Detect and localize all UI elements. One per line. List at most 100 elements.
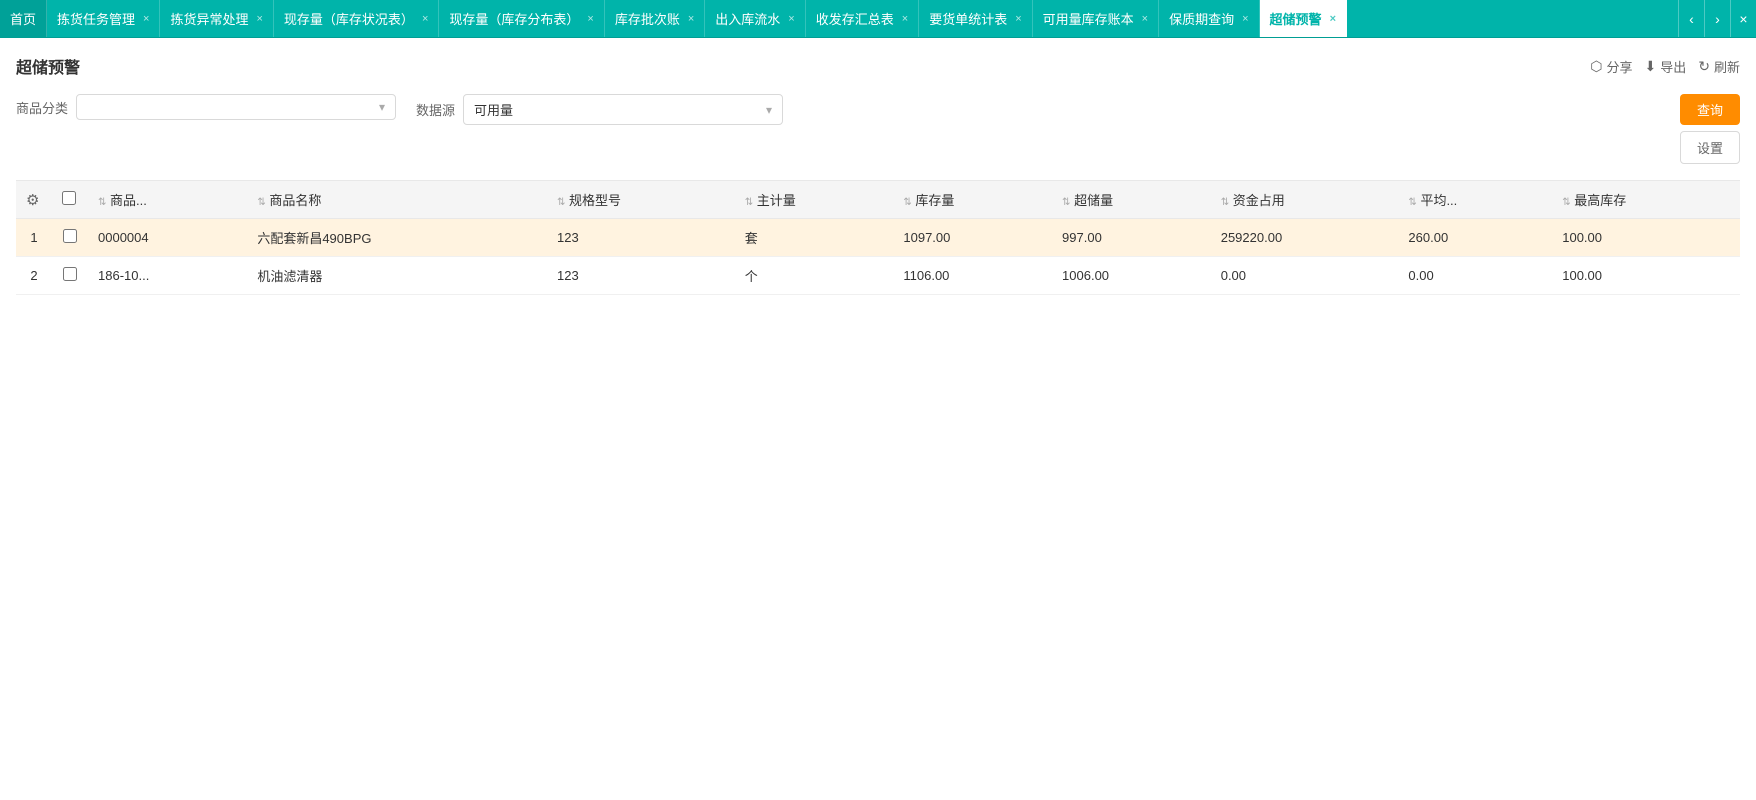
row-check-0[interactable] (63, 229, 77, 243)
row-stock-1: 1106.00 (893, 257, 1052, 295)
row-overstock-1: 1006.00 (1052, 257, 1211, 295)
export-label: 导出 (1660, 57, 1686, 76)
nav-label-9: 可用量库存账本 (1043, 9, 1134, 28)
nav-prev-button[interactable]: ‹ (1678, 0, 1704, 38)
table-row: 2 186-10... 机油滤清器 123 个 1106.00 1006.00 … (16, 257, 1740, 295)
sort-icon-overstock: ⇅ (1062, 197, 1070, 208)
nav-item-2[interactable]: 拣货异常处理 × (160, 0, 273, 37)
close-icon-5[interactable]: × (688, 13, 694, 25)
close-icon-9[interactable]: × (1142, 13, 1148, 25)
chevron-down-icon-2: ▾ (766, 103, 772, 117)
nav-item-9[interactable]: 可用量库存账本 × (1033, 0, 1159, 37)
close-icon-active[interactable]: × (1330, 13, 1336, 25)
page-title: 超储预警 (16, 54, 80, 78)
table-header-stock[interactable]: ⇅ 库存量 (893, 181, 1052, 219)
row-unit-0: 套 (735, 219, 894, 257)
close-icon-3[interactable]: × (422, 13, 428, 25)
nav-item-10[interactable]: 保质期查询 × (1159, 0, 1259, 37)
table-header-avg[interactable]: ⇅ 平均... (1398, 181, 1552, 219)
row-avg-1: 0.00 (1398, 257, 1552, 295)
datasource-value: 可用量 (474, 100, 513, 119)
row-check-1[interactable] (63, 267, 77, 281)
nav-label-7: 收发存汇总表 (816, 9, 894, 28)
nav-label-10: 保质期查询 (1169, 9, 1234, 28)
table-row: 1 0000004 六配套新昌490BPG 123 套 1097.00 997.… (16, 219, 1740, 257)
table-header-spec[interactable]: ⇅ 规格型号 (547, 181, 735, 219)
chevron-down-icon: ▾ (379, 100, 385, 114)
category-label: 商品分类 (16, 98, 68, 117)
nav-label-4: 现存量（库存分布表） (449, 9, 579, 28)
close-icon-10[interactable]: × (1242, 13, 1248, 25)
refresh-button[interactable]: ↻ 刷新 (1698, 57, 1740, 76)
category-select[interactable]: ▾ (76, 94, 396, 120)
table-header-unit[interactable]: ⇅ 主计量 (735, 181, 894, 219)
filter-category: 商品分类 ▾ (16, 94, 396, 120)
query-button[interactable]: 查询 (1680, 94, 1740, 125)
close-icon-7[interactable]: × (902, 13, 908, 25)
share-button[interactable]: ⬡ 分享 (1590, 57, 1632, 76)
close-icon-4[interactable]: × (587, 13, 593, 25)
nav-arrows: ‹ › × (1678, 0, 1756, 38)
select-all-checkbox[interactable] (62, 191, 76, 205)
gear-icon-button[interactable]: ⚙ (26, 191, 39, 209)
row-unit-1: 个 (735, 257, 894, 295)
nav-close-button[interactable]: × (1730, 0, 1756, 38)
row-spec-1: 123 (547, 257, 735, 295)
row-checkbox-0[interactable] (52, 219, 88, 257)
row-num-1: 2 (16, 257, 52, 295)
table-header-sku[interactable]: ⇅ 商品... (88, 181, 247, 219)
close-icon-8[interactable]: × (1015, 13, 1021, 25)
nav-label-5: 库存批次账 (615, 9, 680, 28)
sort-icon-sku: ⇅ (98, 197, 106, 208)
nav-item-8[interactable]: 要货单统计表 × (919, 0, 1032, 37)
close-icon-6[interactable]: × (788, 13, 794, 25)
sort-icon-stock: ⇅ (903, 197, 911, 208)
sort-icon-name: ⇅ (257, 197, 265, 208)
nav-item-7[interactable]: 收发存汇总表 × (806, 0, 919, 37)
nav-item-4[interactable]: 现存量（库存分布表） × (439, 0, 604, 37)
nav-item-3[interactable]: 现存量（库存状况表） × (274, 0, 439, 37)
table-header-max[interactable]: ⇅ 最高库存 (1552, 181, 1740, 219)
table-header-overstock[interactable]: ⇅ 超储量 (1052, 181, 1211, 219)
nav-item-6[interactable]: 出入库流水 × (705, 0, 805, 37)
refresh-icon: ↻ (1698, 58, 1710, 75)
refresh-label: 刷新 (1714, 57, 1740, 76)
nav-item-1[interactable]: 拣货任务管理 × (47, 0, 160, 37)
nav-label-8: 要货单统计表 (929, 9, 1007, 28)
row-avg-0: 260.00 (1398, 219, 1552, 257)
row-num-0: 1 (16, 219, 52, 257)
table-header-name[interactable]: ⇅ 商品名称 (247, 181, 547, 219)
row-max-1: 100.00 (1552, 257, 1740, 295)
datasource-select[interactable]: 可用量 ▾ (463, 94, 783, 125)
export-button[interactable]: ⬇ 导出 (1645, 57, 1687, 76)
sort-icon-capital: ⇅ (1221, 197, 1229, 208)
nav-item-5[interactable]: 库存批次账 × (605, 0, 705, 37)
nav-item-active[interactable]: 超储预警 × (1260, 0, 1347, 37)
top-nav: 首页 拣货任务管理 × 拣货异常处理 × 现存量（库存状况表） × 现存量（库存… (0, 0, 1756, 38)
row-spec-0: 123 (547, 219, 735, 257)
row-checkbox-1[interactable] (52, 257, 88, 295)
close-icon-1[interactable]: × (143, 13, 149, 25)
row-name-0: 六配套新昌490BPG (247, 219, 547, 257)
row-overstock-0: 997.00 (1052, 219, 1211, 257)
row-capital-0: 259220.00 (1211, 219, 1399, 257)
row-max-0: 100.00 (1552, 219, 1740, 257)
nav-label-active: 超储预警 (1270, 9, 1322, 28)
sort-icon-max: ⇅ (1562, 197, 1570, 208)
page-header: 超储预警 ⬡ 分享 ⬇ 导出 ↻ 刷新 (16, 54, 1740, 78)
data-table: ⚙ ⇅ 商品... ⇅ 商品名称 ⇅ 规格型号 ⇅ (16, 180, 1740, 295)
close-icon-2[interactable]: × (256, 13, 262, 25)
table-header-checkbox (52, 181, 88, 219)
nav-next-button[interactable]: › (1704, 0, 1730, 38)
sort-icon-spec: ⇅ (557, 197, 565, 208)
row-stock-0: 1097.00 (893, 219, 1052, 257)
export-icon: ⬇ (1645, 58, 1657, 75)
table-header-capital[interactable]: ⇅ 资金占用 (1211, 181, 1399, 219)
nav-item-home[interactable]: 首页 (0, 0, 47, 37)
settings-button[interactable]: 设置 (1680, 131, 1740, 164)
sort-icon-unit: ⇅ (745, 197, 753, 208)
row-capital-1: 0.00 (1211, 257, 1399, 295)
share-icon: ⬡ (1590, 58, 1602, 75)
filter-datasource: 数据源 可用量 ▾ (416, 94, 783, 125)
row-sku-0: 0000004 (88, 219, 247, 257)
